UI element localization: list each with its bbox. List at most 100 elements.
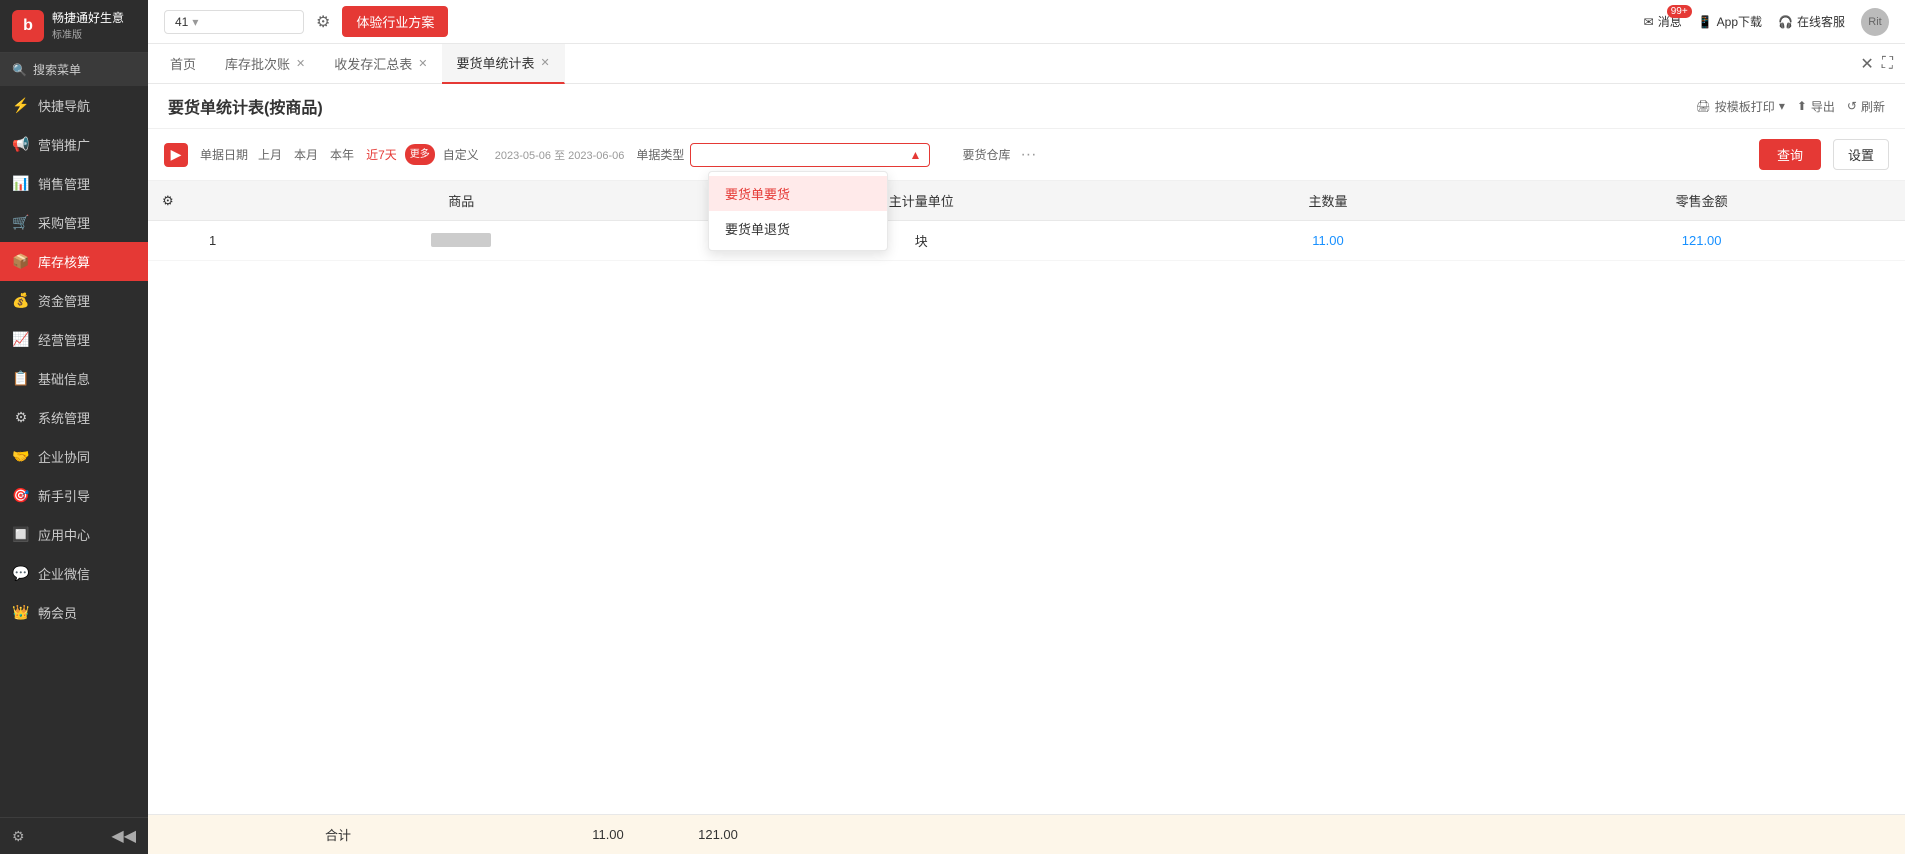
print-button[interactable]: 🖨 按模板打印 ▾ <box>1696 98 1785 115</box>
table-row: 1 块 11.00 121.00 <box>148 221 1905 261</box>
sidebar-search[interactable]: 🔍 搜索菜单 <box>0 53 148 86</box>
settings-bottom-icon[interactable]: ⚙ <box>12 828 25 845</box>
refresh-button[interactable]: ↺ 刷新 <box>1847 98 1885 115</box>
company-selector[interactable]: 41 ▾ <box>164 10 304 34</box>
filter-expand-button[interactable]: ▶ <box>164 143 188 167</box>
date-last-7days[interactable]: 近7天 <box>362 144 401 165</box>
sidebar-item-wechat[interactable]: 💬 企业微信 <box>0 554 148 593</box>
sales-icon: 📊 <box>12 175 30 193</box>
refresh-icon: ↺ <box>1847 99 1857 113</box>
tab-inventory-batch[interactable]: 库存批次账 ✕ <box>211 44 320 84</box>
sidebar-item-label: 畅会员 <box>38 603 77 622</box>
row-qty-cell[interactable]: 11.00 <box>1158 221 1499 261</box>
message-icon: ✉ <box>1644 15 1654 29</box>
col-header-settings[interactable]: ⚙ <box>148 181 188 221</box>
tab-close-icon[interactable]: ✕ <box>541 56 550 69</box>
sidebar-search-label: 搜索菜单 <box>33 61 81 78</box>
date-filter-group: 单据日期 上月 本月 本年 近7天 更多 自定义 <box>200 144 483 165</box>
sidebar-item-guide[interactable]: 🎯 新手引导 <box>0 476 148 515</box>
warehouse-filter-label: 要货仓库 <box>962 146 1010 163</box>
sidebar-item-operations[interactable]: 📈 经营管理 <box>0 320 148 359</box>
sidebar-item-finance[interactable]: 💰 资金管理 <box>0 281 148 320</box>
sidebar-item-inventory[interactable]: 📦 库存核算 <box>0 242 148 281</box>
user-avatar[interactable]: Rit <box>1861 8 1889 36</box>
sidebar-item-label: 经营管理 <box>38 330 90 349</box>
row-amount-cell[interactable]: 121.00 <box>1498 221 1905 261</box>
data-table: ⚙ 商品 主计量单位 主数量 零售金额 1 块 <box>148 181 1905 261</box>
header-bar: 41 ▾ ⚙ 体验行业方案 ✉ 消息 99+ 📱 App下载 🎧 在线客服 Ri… <box>148 0 1905 44</box>
system-icon: ⚙ <box>12 409 30 427</box>
search-icon: 🔍 <box>12 63 27 77</box>
footer-qty-total: 11.00 <box>548 827 668 842</box>
date-range-display: 2023-05-06 至 2023-06-06 <box>495 147 625 163</box>
sidebar-item-quick-nav[interactable]: ⚡ 快捷导航 <box>0 86 148 125</box>
sidebar-item-basic-info[interactable]: 📋 基础信息 <box>0 359 148 398</box>
sidebar-item-purchase[interactable]: 🛒 采购管理 <box>0 203 148 242</box>
sidebar-item-label: 库存核算 <box>38 252 90 271</box>
date-this-year[interactable]: 本年 <box>326 144 358 165</box>
tab-inventory-batch-label: 库存批次账 <box>225 54 290 73</box>
row-no-cell: 1 <box>188 221 238 261</box>
product-name-blurred <box>431 233 491 247</box>
sidebar-item-sales[interactable]: 📊 销售管理 <box>0 164 148 203</box>
dropdown-item-return-order[interactable]: 要货单退货 <box>709 211 887 246</box>
date-custom[interactable]: 自定义 <box>439 144 483 165</box>
table-footer: 合计 11.00 121.00 <box>148 814 1905 854</box>
maximize-button[interactable]: ⛶ <box>1882 55 1893 73</box>
guide-icon: 🎯 <box>12 487 30 505</box>
settings-icon[interactable]: ⚙ <box>316 12 330 32</box>
online-service-button[interactable]: 🎧 在线客服 <box>1778 13 1845 30</box>
page-title: 要货单统计表(按商品) <box>168 94 323 118</box>
sidebar-item-marketing[interactable]: 📢 营销推广 <box>0 125 148 164</box>
sidebar-collapse-button[interactable]: ◀◀ <box>111 826 136 846</box>
filter-bar: ▶ 单据日期 上月 本月 本年 近7天 更多 自定义 2023-05-06 至 … <box>148 129 1905 181</box>
sidebar-item-label: 基础信息 <box>38 369 90 388</box>
sidebar-item-label: 应用中心 <box>38 525 90 544</box>
avatar-text: Rit <box>1868 16 1881 28</box>
sidebar-item-label: 营销推广 <box>38 135 90 154</box>
wechat-icon: 💬 <box>12 565 30 583</box>
export-button[interactable]: ⬆ 导出 <box>1797 98 1835 115</box>
col-header-product: 商品 <box>238 181 685 221</box>
tab-home-label: 首页 <box>170 54 196 73</box>
tab-close-icon[interactable]: ✕ <box>418 57 427 70</box>
tab-home[interactable]: 首页 <box>156 44 211 84</box>
page-header: 要货单统计表(按商品) 🖨 按模板打印 ▾ ⬆ 导出 ↺ 刷新 <box>148 84 1905 129</box>
tab-receive-summary[interactable]: 收发存汇总表 ✕ <box>320 44 442 84</box>
operations-icon: 📈 <box>12 331 30 349</box>
chevron-down-icon: ▾ <box>192 15 198 29</box>
date-this-month[interactable]: 本月 <box>290 144 322 165</box>
inventory-icon: 📦 <box>12 253 30 271</box>
col-header-amount: 零售金额 <box>1498 181 1905 221</box>
vip-icon: 👑 <box>12 604 30 622</box>
tab-close-icon[interactable]: ✕ <box>296 57 305 70</box>
sidebar-item-label: 系统管理 <box>38 408 90 427</box>
sidebar-item-enterprise[interactable]: 🤝 企业协同 <box>0 437 148 476</box>
type-select[interactable]: ▲ <box>690 143 930 167</box>
sidebar-item-app-center[interactable]: 🔲 应用中心 <box>0 515 148 554</box>
sidebar-item-label: 采购管理 <box>38 213 90 232</box>
date-filter-label: 单据日期 <box>200 146 248 163</box>
date-more-badge[interactable]: 更多 <box>405 144 435 165</box>
sidebar-item-label: 新手引导 <box>38 486 90 505</box>
export-label: 导出 <box>1811 98 1835 115</box>
service-label: 在线客服 <box>1797 13 1845 30</box>
app-download-button[interactable]: 📱 App下载 <box>1698 13 1762 30</box>
sidebar-logo: b 畅捷通好生意 标准版 <box>0 0 148 53</box>
tab-requisition-stats[interactable]: 要货单统计表 ✕ <box>442 44 564 84</box>
settings-button[interactable]: 设置 <box>1833 139 1889 170</box>
query-button[interactable]: 查询 <box>1759 139 1821 170</box>
message-button[interactable]: ✉ 消息 99+ <box>1644 13 1682 30</box>
logo-text-group: 畅捷通好生意 标准版 <box>52 11 124 42</box>
sidebar-item-vip[interactable]: 👑 畅会员 <box>0 593 148 632</box>
dropdown-item-purchase-order[interactable]: 要货单要货 <box>709 176 887 211</box>
export-icon: ⬆ <box>1797 99 1807 113</box>
warehouse-more-icon[interactable]: ··· <box>1020 146 1036 164</box>
date-last-month[interactable]: 上月 <box>254 144 286 165</box>
trial-button[interactable]: 体验行业方案 <box>342 6 448 37</box>
sidebar-item-label: 资金管理 <box>38 291 90 310</box>
sidebar-item-system[interactable]: ⚙ 系统管理 <box>0 398 148 437</box>
data-table-area: ⚙ 商品 主计量单位 主数量 零售金额 1 块 <box>148 181 1905 814</box>
close-tab-button[interactable]: ✕ <box>1860 54 1873 74</box>
finance-icon: 💰 <box>12 292 30 310</box>
